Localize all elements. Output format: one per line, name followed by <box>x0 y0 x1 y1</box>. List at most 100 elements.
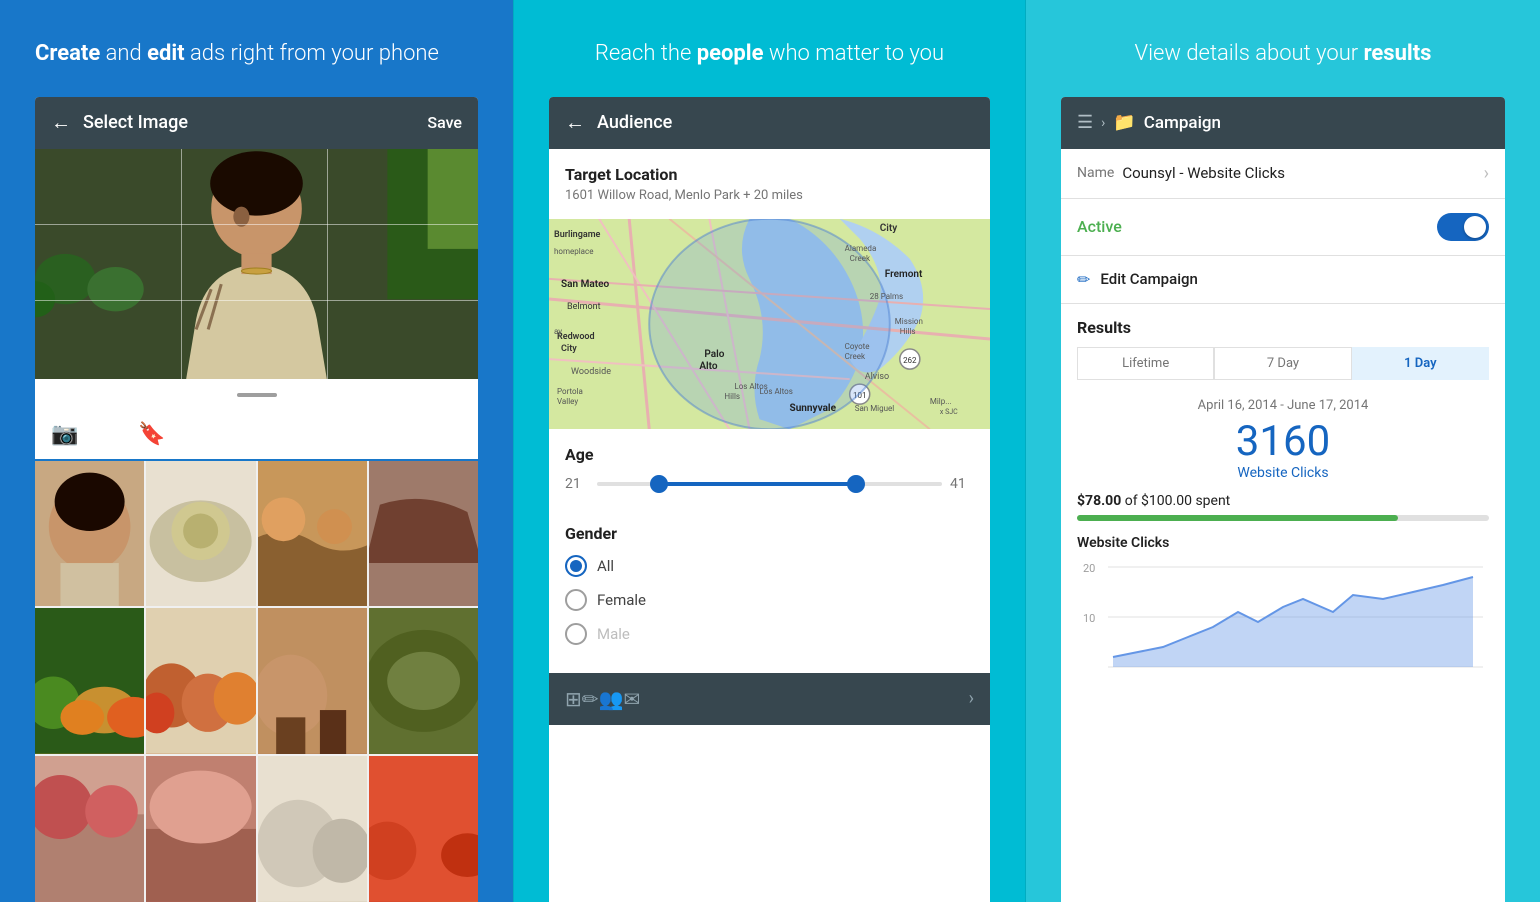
nav-message-icon[interactable]: ✉ <box>623 687 640 711</box>
thumbnail-item[interactable] <box>35 461 144 607</box>
svg-text:Palo: Palo <box>704 349 724 360</box>
thumbnail-item[interactable] <box>35 608 144 754</box>
panel-create-edit: Create and edit ads right from your phon… <box>0 0 513 902</box>
age-slider-row: 21 41 <box>565 476 974 492</box>
svg-text:28 Palms: 28 Palms <box>870 292 903 301</box>
gender-option-male[interactable]: Male <box>565 623 974 645</box>
campaign-card: Name Counsyl - Website Clicks › Active ✏… <box>1061 149 1505 902</box>
svg-text:Fremont: Fremont <box>885 268 923 279</box>
svg-text:262: 262 <box>903 356 917 365</box>
spend-text: $78.00 of $100.00 spent <box>1077 493 1489 509</box>
active-status-label: Active <box>1077 217 1437 236</box>
gender-option-all[interactable]: All <box>565 555 974 577</box>
age-label: Age <box>565 445 974 464</box>
results-big-number: 3160 <box>1061 419 1505 465</box>
thumbnail-item[interactable] <box>258 756 367 902</box>
svg-text:Hills: Hills <box>724 392 740 401</box>
drag-handle-bar <box>237 393 277 397</box>
breadcrumb-chevron-icon: › <box>1101 115 1105 131</box>
panel1-headline: Create and edit ads right from your phon… <box>35 40 478 69</box>
tab-1day[interactable]: 1 Day <box>1352 347 1489 380</box>
chart-section: Website Clicks 20 10 <box>1061 535 1505 902</box>
svg-text:San Miguel: San Miguel <box>855 404 895 413</box>
svg-text:x SJC: x SJC <box>940 407 958 416</box>
name-row[interactable]: Name Counsyl - Website Clicks › <box>1061 149 1505 199</box>
grid-list-icon[interactable]: ☰ <box>1077 112 1093 133</box>
edit-campaign-row[interactable]: ✏ Edit Campaign <box>1061 256 1505 304</box>
campaign-topbar: ☰ › 📁 Campaign <box>1061 97 1505 149</box>
nav-edit-icon[interactable]: ✏ <box>582 687 599 711</box>
panel-results: View details about your results ☰ › 📁 Ca… <box>1026 0 1540 902</box>
gender-option-female[interactable]: Female <box>565 589 974 611</box>
camera-icon[interactable]: 📷 <box>51 422 78 447</box>
panel-audience: Reach the people who matter to you ← Aud… <box>513 0 1026 902</box>
svg-text:City: City <box>561 344 577 354</box>
target-location-address: 1601 Willow Road, Menlo Park + 20 miles <box>565 188 974 203</box>
screen-campaign: ☰ › 📁 Campaign Name Counsyl - Website Cl… <box>1061 97 1505 902</box>
age-max-label: 41 <box>950 476 974 492</box>
svg-text:10: 10 <box>1083 612 1095 625</box>
gender-male-label: Male <box>597 625 630 643</box>
svg-text:Alviso: Alviso <box>865 372 889 382</box>
back-arrow-icon[interactable]: ← <box>51 110 71 135</box>
svg-text:Coyote: Coyote <box>845 342 870 351</box>
drag-handle[interactable] <box>35 379 478 411</box>
age-slider-thumb-right[interactable] <box>847 475 865 493</box>
spend-label: spent <box>1195 493 1230 509</box>
spend-amount: $78.00 <box>1077 493 1121 509</box>
save-button[interactable]: Save <box>427 113 462 132</box>
thumbnail-item[interactable] <box>146 756 255 902</box>
age-slider-thumb-left[interactable] <box>650 475 668 493</box>
gallery-icon[interactable]: 🔖 <box>138 422 165 447</box>
date-range: April 16, 2014 - June 17, 2014 <box>1061 388 1505 419</box>
nav-people-icon[interactable]: 👥 <box>599 687 624 711</box>
select-image-content: 📷 🔖 <box>35 149 478 902</box>
svg-text:City: City <box>880 222 898 233</box>
spend-progress-bar-bg <box>1077 515 1489 521</box>
nav-grid-icon[interactable]: ⊞ <box>565 687 582 711</box>
svg-text:Creek: Creek <box>845 352 866 361</box>
select-image-topbar: ← Select Image Save <box>35 97 478 149</box>
thumbnail-item[interactable] <box>146 608 255 754</box>
thumbnail-item[interactable] <box>258 461 367 607</box>
svg-text:Portola: Portola <box>557 387 583 396</box>
thumbnail-item[interactable] <box>35 756 144 902</box>
svg-text:Redwood: Redwood <box>557 332 595 342</box>
target-location-section: Target Location 1601 Willow Road, Menlo … <box>549 149 990 219</box>
panel3-headline: View details about your results <box>1061 40 1505 69</box>
thumbnail-item[interactable] <box>146 461 255 607</box>
folder-icon: 📁 <box>1113 112 1135 133</box>
map-area[interactable]: 262 101 Burlingame homeplace San Mateo B… <box>549 219 990 429</box>
name-field-label: Name <box>1077 165 1114 181</box>
radio-all-icon[interactable] <box>565 555 587 577</box>
tab-7day[interactable]: 7 Day <box>1214 347 1351 380</box>
campaign-topbar-title: Campaign <box>1144 113 1221 133</box>
radio-female-icon[interactable] <box>565 589 587 611</box>
pencil-icon: ✏ <box>1077 270 1090 289</box>
age-slider-track[interactable] <box>597 482 942 486</box>
thumbnail-item[interactable] <box>258 608 367 754</box>
audience-title: Audience <box>597 112 974 133</box>
svg-text:Valley: Valley <box>557 397 578 406</box>
results-section: Results Lifetime 7 Day 1 Day <box>1061 304 1505 388</box>
main-image-preview[interactable] <box>35 149 478 379</box>
campaign-name-value: Counsyl - Website Clicks <box>1122 164 1483 182</box>
gender-label: Gender <box>565 524 974 543</box>
bottom-nav: ⊞ ✏ 👥 ✉ › <box>549 673 990 725</box>
thumbnail-item[interactable] <box>369 461 478 607</box>
tab-lifetime[interactable]: Lifetime <box>1077 347 1214 380</box>
name-chevron-icon[interactable]: › <box>1484 163 1489 184</box>
active-toggle[interactable] <box>1437 213 1489 241</box>
chart-title: Website Clicks <box>1077 535 1489 551</box>
thumbnail-item[interactable] <box>369 608 478 754</box>
thumbnail-item[interactable] <box>369 756 478 902</box>
spend-of: of <box>1125 493 1141 509</box>
spend-total: $100.00 <box>1141 493 1192 509</box>
nav-forward-arrow[interactable]: › <box>969 688 974 709</box>
svg-text:Belmont: Belmont <box>567 302 601 312</box>
target-location-label: Target Location <box>565 165 974 184</box>
radio-male-icon[interactable] <box>565 623 587 645</box>
svg-text:Los Altos: Los Altos <box>759 387 792 396</box>
svg-text:San Mateo: San Mateo <box>561 279 609 290</box>
audience-back-icon[interactable]: ← <box>565 110 585 135</box>
